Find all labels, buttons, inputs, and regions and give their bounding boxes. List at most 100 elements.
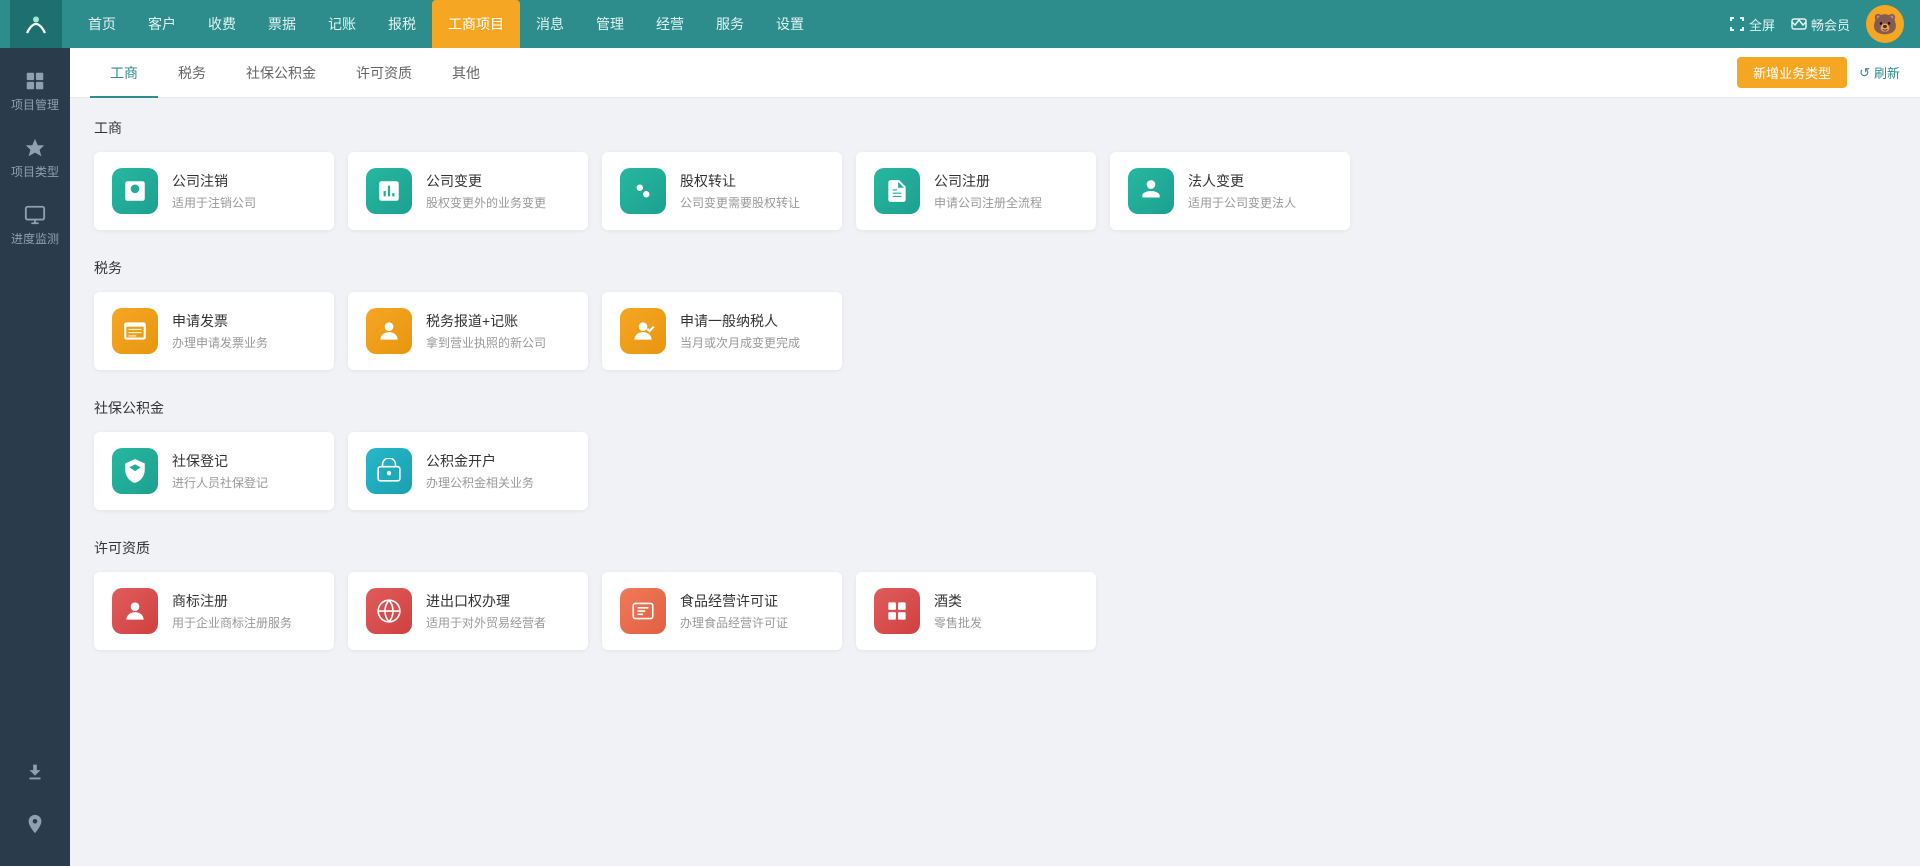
nav-bookkeeping[interactable]: 记账 <box>312 0 372 48</box>
cancel-icon <box>112 168 158 214</box>
vip-label: 畅会员 <box>1811 15 1850 34</box>
card-desc: 当月或次月成变更完成 <box>680 334 800 351</box>
nav-settings[interactable]: 设置 <box>760 0 820 48</box>
nav-fee[interactable]: 收费 <box>192 0 252 48</box>
nav-tax[interactable]: 报税 <box>372 0 432 48</box>
equity-icon <box>620 168 666 214</box>
download-icon[interactable] <box>0 750 70 794</box>
card-housing-fund[interactable]: 公积金开户 办理公积金相关业务 <box>348 432 588 510</box>
card-desc: 零售批发 <box>934 614 982 631</box>
nav-home[interactable]: 首页 <box>72 0 132 48</box>
card-title: 公司变更 <box>426 171 546 191</box>
card-title: 公司注册 <box>934 171 1042 191</box>
top-nav: 首页 客户 收费 票据 记账 报税 工商项目 消息 管理 经营 服务 设置 全屏… <box>0 0 1920 48</box>
section-social: 社保公积金 社保登记 进行人员社保登记 <box>94 398 1896 510</box>
card-import-export[interactable]: 进出口权办理 适用于对外贸易经营者 <box>348 572 588 650</box>
section-social-title: 社保公积金 <box>94 398 1896 418</box>
nav-manage[interactable]: 管理 <box>580 0 640 48</box>
register-icon <box>874 168 920 214</box>
nav-right: 全屏 畅会员 🐻 <box>1729 5 1920 43</box>
tab-social[interactable]: 社保公积金 <box>226 48 336 98</box>
nav-commerce[interactable]: 工商项目 <box>432 0 520 48</box>
sidebar-item-project-type[interactable]: 项目类型 <box>0 125 70 192</box>
section-license: 许可资质 商标注册 用于企业商标注册服务 <box>94 538 1896 650</box>
card-title: 申请一般纳税人 <box>680 311 800 331</box>
add-type-button[interactable]: 新增业务类型 <box>1737 57 1847 88</box>
food-icon <box>620 588 666 634</box>
social-cards: 社保登记 进行人员社保登记 公积金开户 办理公积金相关业务 <box>94 432 1896 510</box>
sidebar-item-project-management[interactable]: 项目管理 <box>0 58 70 125</box>
fullscreen-label: 全屏 <box>1749 15 1775 34</box>
vip-button[interactable]: 畅会员 <box>1791 15 1850 34</box>
card-alcohol[interactable]: 酒类 零售批发 <box>856 572 1096 650</box>
main-content: 工商 公司注销 适用于注销公司 <box>70 98 1920 866</box>
card-title: 申请发票 <box>172 311 268 331</box>
card-title: 公积金开户 <box>426 451 534 471</box>
tab-bar-actions: 新增业务类型 ↺ 刷新 <box>1737 57 1900 88</box>
nav-operation[interactable]: 经营 <box>640 0 700 48</box>
logo <box>10 0 62 48</box>
card-general-taxpayer[interactable]: 申请一般纳税人 当月或次月成变更完成 <box>602 292 842 370</box>
card-invoice[interactable]: 申请发票 办理申请发票业务 <box>94 292 334 370</box>
fullscreen-button[interactable]: 全屏 <box>1729 15 1775 34</box>
card-desc: 进行人员社保登记 <box>172 474 268 491</box>
card-desc: 适用于公司变更法人 <box>1188 194 1296 211</box>
card-desc: 办理公积金相关业务 <box>426 474 534 491</box>
tab-license[interactable]: 许可资质 <box>336 48 432 98</box>
nav-ticket[interactable]: 票据 <box>252 0 312 48</box>
refresh-label: 刷新 <box>1874 63 1900 82</box>
card-company-register[interactable]: 公司注册 申请公司注册全流程 <box>856 152 1096 230</box>
commerce-cards: 公司注销 适用于注销公司 公司变更 股权变更外的业务变更 <box>94 152 1896 230</box>
card-desc: 公司变更需要股权转让 <box>680 194 800 211</box>
tab-commerce[interactable]: 工商 <box>90 48 158 98</box>
trademark-icon <box>112 588 158 634</box>
tax-report-icon <box>366 308 412 354</box>
card-desc: 用于企业商标注册服务 <box>172 614 292 631</box>
avatar: 🐻 <box>1866 5 1904 43</box>
refresh-icon: ↺ <box>1859 65 1870 81</box>
nav-items: 首页 客户 收费 票据 记账 报税 工商项目 消息 管理 经营 服务 设置 <box>72 0 1729 48</box>
main-layout: 项目管理 项目类型 进度监测 工商 税务 社保公积金 许可资质 其他 <box>0 48 1920 866</box>
card-company-cancel[interactable]: 公司注销 适用于注销公司 <box>94 152 334 230</box>
fund-icon <box>366 448 412 494</box>
change-icon <box>366 168 412 214</box>
tax-cards: 申请发票 办理申请发票业务 税务报道+记账 拿到营业执照的新公司 <box>94 292 1896 370</box>
sidebar-item-progress-monitor[interactable]: 进度监测 <box>0 192 70 259</box>
section-tax-title: 税务 <box>94 258 1896 278</box>
card-desc: 办理申请发票业务 <box>172 334 268 351</box>
card-title: 法人变更 <box>1188 171 1296 191</box>
card-social-insurance[interactable]: 社保登记 进行人员社保登记 <box>94 432 334 510</box>
nav-service[interactable]: 服务 <box>700 0 760 48</box>
card-desc: 办理食品经营许可证 <box>680 614 788 631</box>
card-desc: 股权变更外的业务变更 <box>426 194 546 211</box>
sidebar: 项目管理 项目类型 进度监测 <box>0 48 70 866</box>
alcohol-icon <box>874 588 920 634</box>
section-commerce: 工商 公司注销 适用于注销公司 <box>94 118 1896 230</box>
card-title: 股权转让 <box>680 171 800 191</box>
section-license-title: 许可资质 <box>94 538 1896 558</box>
card-equity-transfer[interactable]: 股权转让 公司变更需要股权转让 <box>602 152 842 230</box>
card-title: 公司注销 <box>172 171 256 191</box>
taxpayer-icon <box>620 308 666 354</box>
nav-message[interactable]: 消息 <box>520 0 580 48</box>
nav-customer[interactable]: 客户 <box>132 0 192 48</box>
card-title: 商标注册 <box>172 591 292 611</box>
location-icon[interactable] <box>0 802 70 846</box>
card-tax-report[interactable]: 税务报道+记账 拿到营业执照的新公司 <box>348 292 588 370</box>
section-tax: 税务 申请发票 办理申请发票业务 <box>94 258 1896 370</box>
tab-other[interactable]: 其他 <box>432 48 500 98</box>
card-title: 税务报道+记账 <box>426 311 546 331</box>
card-title: 社保登记 <box>172 451 268 471</box>
tab-bar: 工商 税务 社保公积金 许可资质 其他 新增业务类型 ↺ 刷新 <box>70 48 1920 98</box>
card-legal-change[interactable]: 法人变更 适用于公司变更法人 <box>1110 152 1350 230</box>
invoice-icon <box>112 308 158 354</box>
legal-icon <box>1128 168 1174 214</box>
sidebar-item-label: 项目管理 <box>11 96 59 113</box>
tab-tax[interactable]: 税务 <box>158 48 226 98</box>
card-trademark[interactable]: 商标注册 用于企业商标注册服务 <box>94 572 334 650</box>
sidebar-item-label: 进度监测 <box>11 230 59 247</box>
card-food-license[interactable]: 食品经营许可证 办理食品经营许可证 <box>602 572 842 650</box>
card-company-change[interactable]: 公司变更 股权变更外的业务变更 <box>348 152 588 230</box>
refresh-button[interactable]: ↺ 刷新 <box>1859 63 1900 82</box>
social-icon <box>112 448 158 494</box>
